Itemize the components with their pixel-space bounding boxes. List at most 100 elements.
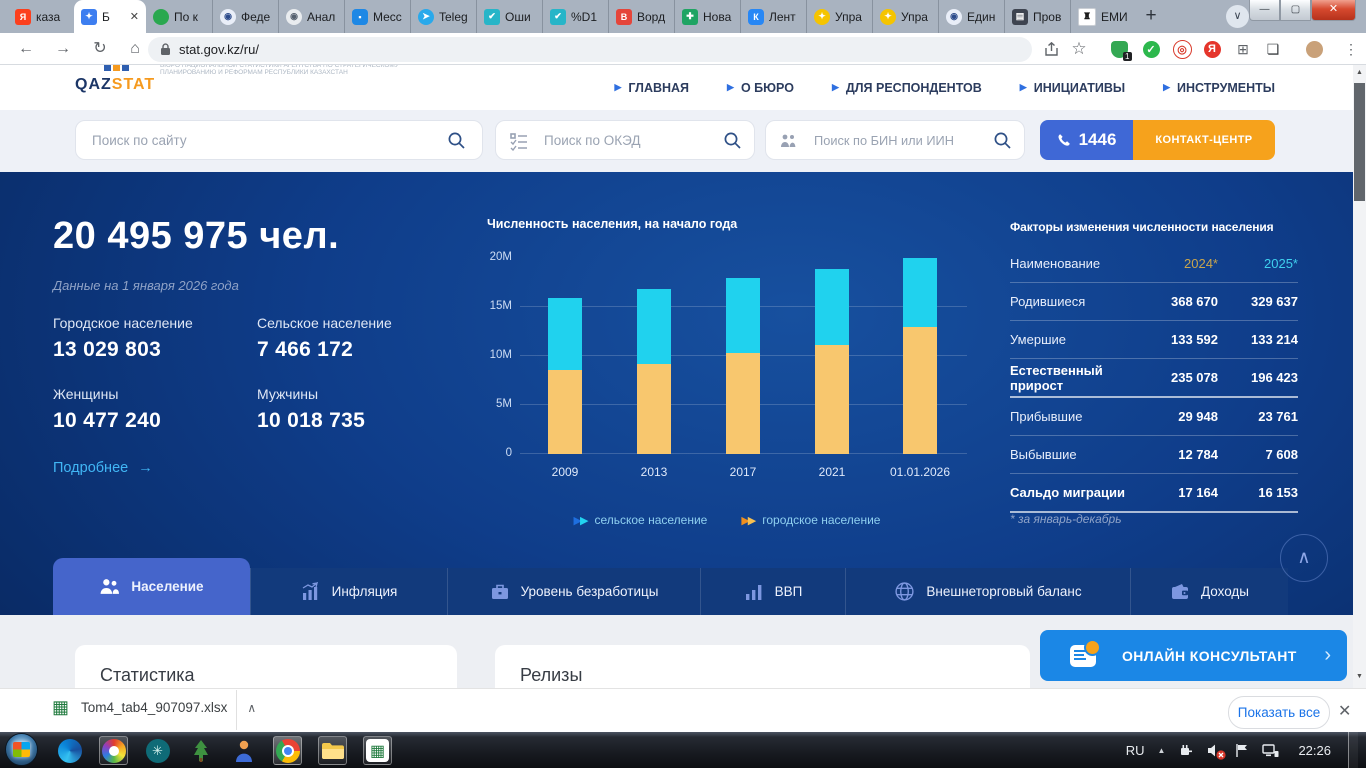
browser-tab[interactable]: К Лент (740, 0, 806, 33)
side-panel-icon[interactable]: ❏ (1262, 38, 1284, 60)
nav-arrow-icon: ▶ (1019, 82, 1027, 92)
tab-close-icon[interactable]: ✕ (128, 10, 139, 23)
legend-item[interactable]: ▶▶ городское население (741, 513, 880, 527)
factors-row-label: Сальдо миграции (1010, 485, 1126, 500)
extensions-puzzle-icon[interactable]: ⊞ (1232, 38, 1254, 60)
reload-button[interactable]: ↻ (88, 37, 112, 61)
nav-item-5[interactable]: ▶ ИНСТРУМЕНТЫ (1163, 81, 1275, 95)
forward-button[interactable]: → (51, 37, 75, 61)
browser-tab[interactable]: ➤ Teleg (410, 0, 476, 33)
bin-search-input[interactable] (765, 120, 1025, 160)
maximize-button[interactable]: ▢ (1280, 0, 1311, 21)
search-icon[interactable] (993, 131, 1012, 150)
show-all-downloads-button[interactable]: Показать все (1228, 696, 1330, 729)
browser-tab[interactable]: B Ворд (608, 0, 674, 33)
bookmark-star-icon[interactable]: ☆ (1068, 38, 1090, 60)
tab-доходы[interactable]: Доходы (1130, 568, 1288, 615)
okved-search-input[interactable] (495, 120, 755, 160)
browser-tab[interactable]: По к (146, 0, 212, 33)
factors-value-2024: 29 948 (1178, 409, 1218, 424)
close-button[interactable]: ✕ (1311, 0, 1356, 21)
total-population: 20 495 975 чел. (53, 215, 340, 257)
calc-spreadsheet-taskbar-icon[interactable]: ▦ (363, 736, 392, 765)
menu-kebab-icon[interactable]: ⋮ (1340, 38, 1362, 60)
tab-title: Ворд (637, 9, 666, 24)
taskbar-clock[interactable]: 22:26 (1298, 743, 1331, 758)
scrollbar-up-icon[interactable]: ▲ (1353, 69, 1366, 76)
tab-внешнеторговый-баланс[interactable]: Внешнеторговый баланс (845, 568, 1130, 615)
browser-tab[interactable]: ▤ Пров (1004, 0, 1070, 33)
start-button[interactable] (5, 733, 38, 766)
download-bar-close-icon[interactable]: ✕ (1338, 701, 1351, 721)
search-icon[interactable] (723, 131, 742, 150)
yandex-browser-taskbar-icon[interactable] (99, 736, 128, 765)
edge-browser-taskbar-icon[interactable] (56, 737, 83, 764)
address-bar[interactable]: stat.gov.kz/ru/ (148, 37, 1032, 62)
action-center-flag-icon[interactable] (1235, 743, 1249, 758)
nav-item-1[interactable]: ▶ ГЛАВНАЯ (614, 81, 689, 95)
contact-center-button[interactable]: КОНТАКТ-ЦЕНТР (1133, 120, 1275, 160)
antivirus-check-icon[interactable]: ✓ (1140, 38, 1162, 60)
nav-item-3[interactable]: ▶ ДЛЯ РЕСПОНДЕНТОВ (832, 81, 982, 95)
tab-search-chevron-icon[interactable]: ∨ (1226, 5, 1249, 28)
factors-value-2025: 133 214 (1251, 332, 1298, 347)
adblock-shield-icon[interactable]: 1 (1108, 38, 1132, 61)
scroll-to-top-button[interactable]: ∧ (1280, 534, 1328, 582)
factors-header-row: Наименование 2024* 2025* (1010, 245, 1298, 283)
nav-item-2[interactable]: ▶ О БЮРО (727, 81, 794, 95)
tray-expand-icon[interactable]: ▲ (1158, 746, 1166, 755)
tab-население[interactable]: Население (53, 558, 250, 615)
ad-target-icon[interactable]: ◎ (1171, 38, 1193, 60)
qazstat-logo[interactable]: QAZSTAT (75, 76, 155, 94)
browser-tab[interactable]: ♜ ЕМИ (1070, 0, 1136, 33)
tab-уровень-безработицы[interactable]: Уровень безработицы (447, 568, 700, 615)
person-app-taskbar-icon[interactable] (230, 737, 257, 764)
search-icon[interactable] (447, 131, 466, 150)
share-icon[interactable] (1040, 38, 1062, 60)
browser-tab[interactable]: Яказа (8, 0, 74, 33)
downloaded-file-chip[interactable]: ▦ Tom4_tab4_907097.xlsx ∧ (52, 697, 256, 718)
tab-ввп[interactable]: ВВП (700, 568, 845, 615)
power-plug-icon[interactable] (1178, 743, 1193, 758)
browser-tab[interactable]: ✦ Упра (872, 0, 938, 33)
tab-favicon: ✔ (484, 8, 500, 25)
language-indicator[interactable]: RU (1126, 743, 1145, 758)
legend-item[interactable]: ▶▶ сельское население (574, 513, 708, 527)
scrollbar-thumb[interactable] (1354, 83, 1365, 201)
factors-value-2024: 235 078 (1171, 370, 1218, 385)
online-consultant-button[interactable]: ОНЛАЙН КОНСУЛЬТАНТ › (1040, 630, 1347, 681)
nav-item-4[interactable]: ▶ ИНИЦИАТИВЫ (1020, 81, 1125, 95)
network-icon[interactable] (1262, 743, 1279, 758)
profile-avatar[interactable] (1303, 38, 1325, 60)
browser-tab[interactable]: ✦ Б ✕ (74, 0, 146, 33)
browser-tab[interactable]: ✔ %D1 (542, 0, 608, 33)
details-link[interactable]: Подробнее → (53, 460, 153, 476)
show-desktop-button[interactable] (1348, 732, 1358, 768)
browser-tab[interactable]: ◉ Феде (212, 0, 278, 33)
home-button[interactable]: ⌂ (123, 37, 147, 61)
browser-tab[interactable]: ✔ Оши (476, 0, 542, 33)
site-search-input[interactable] (75, 120, 483, 160)
back-button[interactable]: ← (14, 37, 38, 61)
phone-1446-button[interactable]: 1446 (1040, 120, 1133, 160)
file-explorer-taskbar-icon[interactable] (318, 736, 347, 765)
minimize-button[interactable]: — (1249, 0, 1280, 21)
tree-app-taskbar-icon[interactable] (187, 737, 214, 764)
file-chevron-up-icon[interactable]: ∧ (247, 701, 256, 715)
yandex-icon[interactable]: Я (1201, 38, 1223, 60)
volume-muted-icon[interactable] (1206, 743, 1227, 760)
atom-app-taskbar-icon[interactable]: ✳ (144, 737, 171, 764)
chrome-browser-taskbar-icon[interactable] (273, 736, 302, 765)
browser-tab[interactable]: ✚ Нова (674, 0, 740, 33)
new-tab-button[interactable]: + (1138, 4, 1164, 30)
browser-tab[interactable]: ◉ Анал (278, 0, 344, 33)
tab-инфляция[interactable]: Инфляция (250, 568, 447, 615)
browser-tab[interactable]: ▪ Месс (344, 0, 410, 33)
population-chart (520, 258, 967, 454)
page-scrollbar[interactable]: ▲ ▼ (1353, 65, 1366, 688)
scrollbar-down-icon[interactable]: ▼ (1353, 673, 1366, 680)
browser-tab[interactable]: ◉ Един (938, 0, 1004, 33)
browser-tab[interactable]: ✦ Упра (806, 0, 872, 33)
tab-favicon: ✦ (880, 8, 896, 25)
stat-label: Женщины (53, 386, 119, 402)
